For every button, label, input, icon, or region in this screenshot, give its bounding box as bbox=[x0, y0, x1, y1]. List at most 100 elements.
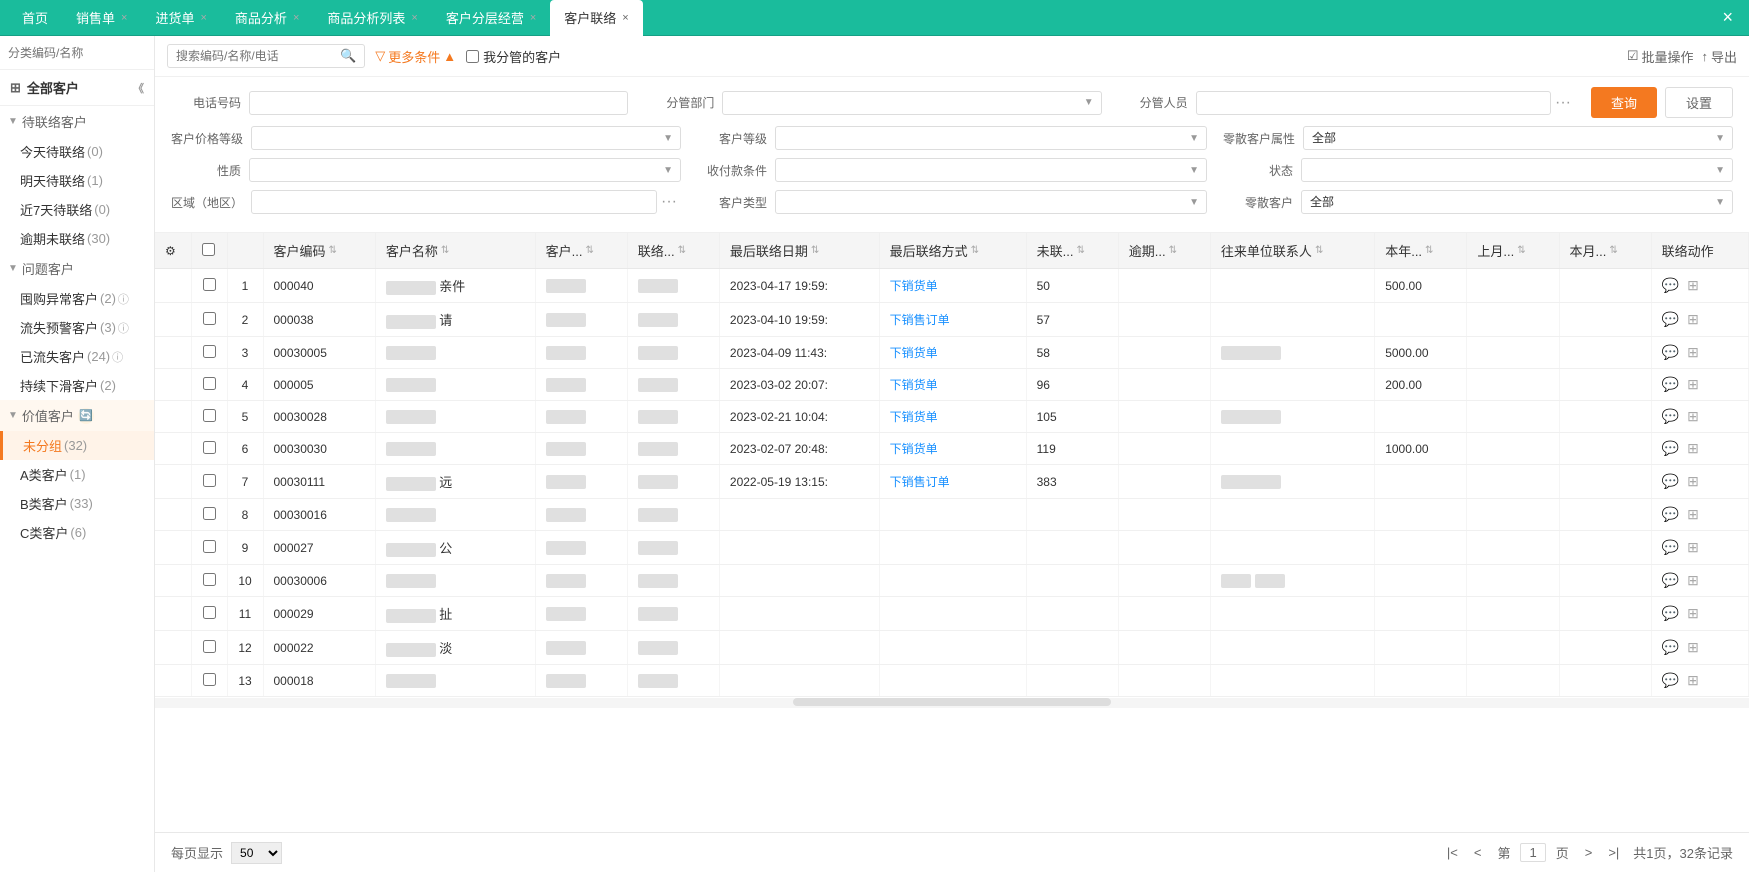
tab-product-list-close[interactable]: × bbox=[411, 12, 417, 24]
status-select[interactable] bbox=[1301, 158, 1733, 182]
tab-sales[interactable]: 销售单 × bbox=[62, 0, 141, 36]
action-grid-icon-0[interactable]: ⊞ bbox=[1687, 277, 1699, 294]
action-grid-icon-10[interactable]: ⊞ bbox=[1687, 605, 1699, 622]
nature-select[interactable] bbox=[249, 158, 681, 182]
td-last-contact-way-2[interactable]: 下销货单 bbox=[879, 337, 1026, 369]
batch-op-button[interactable]: ☑ 批量操作 bbox=[1627, 47, 1694, 66]
export-button[interactable]: ↑ 导出 bbox=[1701, 47, 1737, 66]
row-checkbox-5[interactable] bbox=[203, 441, 216, 454]
customer-level-select[interactable] bbox=[775, 126, 1207, 150]
action-grid-icon-8[interactable]: ⊞ bbox=[1687, 539, 1699, 556]
row-checkbox-11[interactable] bbox=[203, 640, 216, 653]
sidebar-item-7day-pending[interactable]: 近7天待联络 (0) bbox=[0, 195, 154, 224]
person-dots-btn[interactable]: ··· bbox=[1551, 94, 1575, 112]
row-checkbox-8[interactable] bbox=[203, 540, 216, 553]
th-name[interactable]: 客户名称⇅ bbox=[375, 233, 535, 269]
action-chat-icon-6[interactable]: 💬 bbox=[1662, 473, 1679, 490]
td-last-contact-way-9[interactable] bbox=[879, 565, 1026, 597]
action-chat-icon-1[interactable]: 💬 bbox=[1662, 311, 1679, 328]
row-checkbox-0[interactable] bbox=[203, 278, 216, 291]
sidebar-all-customers[interactable]: ⊞ 全部客户 《 bbox=[0, 70, 154, 106]
th-last-month[interactable]: 上月...⇅ bbox=[1467, 233, 1559, 269]
sidebar-item-class-a[interactable]: A类客户 (1) bbox=[0, 460, 154, 489]
td-last-contact-way-11[interactable] bbox=[879, 631, 1026, 665]
action-grid-icon-1[interactable]: ⊞ bbox=[1687, 311, 1699, 328]
sidebar-item-stockpile-abnormal[interactable]: 囤购异常客户 (2) ⓘ bbox=[0, 284, 154, 313]
row-checkbox-1[interactable] bbox=[203, 312, 216, 325]
value-refresh-icon[interactable]: 🔄 bbox=[78, 408, 94, 424]
row-checkbox-10[interactable] bbox=[203, 606, 216, 619]
td-last-contact-way-6[interactable]: 下销售订单 bbox=[879, 465, 1026, 499]
row-checkbox-12[interactable] bbox=[203, 673, 216, 686]
customer-type-select[interactable] bbox=[775, 190, 1207, 214]
td-last-contact-way-8[interactable] bbox=[879, 531, 1026, 565]
prev-page-btn[interactable]: < bbox=[1468, 843, 1488, 862]
tab-purchase-close[interactable]: × bbox=[200, 12, 206, 24]
th-no-contact[interactable]: 未联...⇅ bbox=[1026, 233, 1118, 269]
first-page-btn[interactable]: |< bbox=[1441, 843, 1464, 862]
action-grid-icon-6[interactable]: ⊞ bbox=[1687, 473, 1699, 490]
sidebar-item-declining[interactable]: 持续下滑客户 (2) bbox=[0, 371, 154, 400]
th-this-year[interactable]: 本年...⇅ bbox=[1375, 233, 1467, 269]
next-page-btn[interactable]: > bbox=[1579, 843, 1599, 862]
action-chat-icon-12[interactable]: 💬 bbox=[1662, 672, 1679, 689]
more-conditions-btn[interactable]: ▽ 更多条件 ▲ bbox=[375, 47, 456, 66]
sidebar-collapse-icon[interactable]: 《 bbox=[133, 80, 144, 96]
th-overdue[interactable]: 逾期...⇅ bbox=[1118, 233, 1210, 269]
action-chat-icon-0[interactable]: 💬 bbox=[1662, 277, 1679, 294]
th-code[interactable]: 客户编码⇅ bbox=[263, 233, 375, 269]
action-chat-icon-9[interactable]: 💬 bbox=[1662, 572, 1679, 589]
th-this-month[interactable]: 本月...⇅ bbox=[1559, 233, 1651, 269]
price-level-select[interactable] bbox=[251, 126, 681, 150]
sidebar-item-overdue[interactable]: 逾期未联络 (30) bbox=[0, 224, 154, 253]
region-input[interactable] bbox=[251, 190, 657, 214]
row-checkbox-6[interactable] bbox=[203, 474, 216, 487]
filter-search-icon[interactable]: 🔍 bbox=[340, 48, 356, 64]
td-last-contact-way-5[interactable]: 下销货单 bbox=[879, 433, 1026, 465]
horizontal-scrollbar[interactable] bbox=[155, 698, 1749, 708]
payment-select[interactable] bbox=[775, 158, 1207, 182]
th-last-contact-date[interactable]: 最后联络日期⇅ bbox=[719, 233, 879, 269]
row-checkbox-2[interactable] bbox=[203, 345, 216, 358]
action-chat-icon-7[interactable]: 💬 bbox=[1662, 506, 1679, 523]
action-grid-icon-12[interactable]: ⊞ bbox=[1687, 672, 1699, 689]
retail-attr-select[interactable]: 全部 bbox=[1303, 126, 1733, 150]
action-grid-icon-7[interactable]: ⊞ bbox=[1687, 506, 1699, 523]
tab-customer-contact-close[interactable]: × bbox=[622, 12, 628, 24]
tab-customer-segment-close[interactable]: × bbox=[530, 12, 536, 24]
th-contact[interactable]: 联络...⇅ bbox=[627, 233, 719, 269]
row-checkbox-4[interactable] bbox=[203, 409, 216, 422]
tab-customer-segment[interactable]: 客户分层经营 × bbox=[432, 0, 550, 36]
action-chat-icon-8[interactable]: 💬 bbox=[1662, 539, 1679, 556]
reset-button[interactable]: 设置 bbox=[1665, 87, 1733, 118]
action-grid-icon-2[interactable]: ⊞ bbox=[1687, 344, 1699, 361]
td-last-contact-way-12[interactable] bbox=[879, 665, 1026, 697]
action-grid-icon-5[interactable]: ⊞ bbox=[1687, 440, 1699, 457]
action-chat-icon-2[interactable]: 💬 bbox=[1662, 344, 1679, 361]
td-last-contact-way-3[interactable]: 下销货单 bbox=[879, 369, 1026, 401]
action-grid-icon-9[interactable]: ⊞ bbox=[1687, 572, 1699, 589]
td-last-contact-way-10[interactable] bbox=[879, 597, 1026, 631]
retail-customer-select[interactable]: 全部 bbox=[1301, 190, 1733, 214]
last-page-btn[interactable]: >| bbox=[1602, 843, 1625, 862]
action-chat-icon-10[interactable]: 💬 bbox=[1662, 605, 1679, 622]
tab-product-analysis[interactable]: 商品分析 × bbox=[221, 0, 313, 36]
sidebar-item-churn-warning[interactable]: 流失预警客户 (3) ⓘ bbox=[0, 313, 154, 342]
my-customers-checkbox[interactable] bbox=[466, 50, 479, 63]
th-settings[interactable]: ⚙ bbox=[155, 233, 191, 269]
region-dots-btn[interactable]: ··· bbox=[657, 193, 681, 211]
sidebar-item-churned[interactable]: 已流失客户 (24) ⓘ bbox=[0, 342, 154, 371]
sidebar-group-pending[interactable]: ▼ 待联络客户 bbox=[0, 106, 154, 137]
row-checkbox-7[interactable] bbox=[203, 507, 216, 520]
per-page-select[interactable]: 50 100 200 bbox=[231, 842, 282, 864]
td-last-contact-way-1[interactable]: 下销售订单 bbox=[879, 303, 1026, 337]
person-input[interactable] bbox=[1196, 91, 1551, 115]
scrollbar-thumb[interactable] bbox=[793, 698, 1112, 706]
row-checkbox-9[interactable] bbox=[203, 573, 216, 586]
action-chat-icon-4[interactable]: 💬 bbox=[1662, 408, 1679, 425]
row-checkbox-3[interactable] bbox=[203, 377, 216, 390]
action-chat-icon-3[interactable]: 💬 bbox=[1662, 376, 1679, 393]
action-grid-icon-4[interactable]: ⊞ bbox=[1687, 408, 1699, 425]
tab-product-list[interactable]: 商品分析列表 × bbox=[313, 0, 431, 36]
sidebar-group-value[interactable]: ▼ 价值客户 🔄 bbox=[0, 400, 154, 431]
